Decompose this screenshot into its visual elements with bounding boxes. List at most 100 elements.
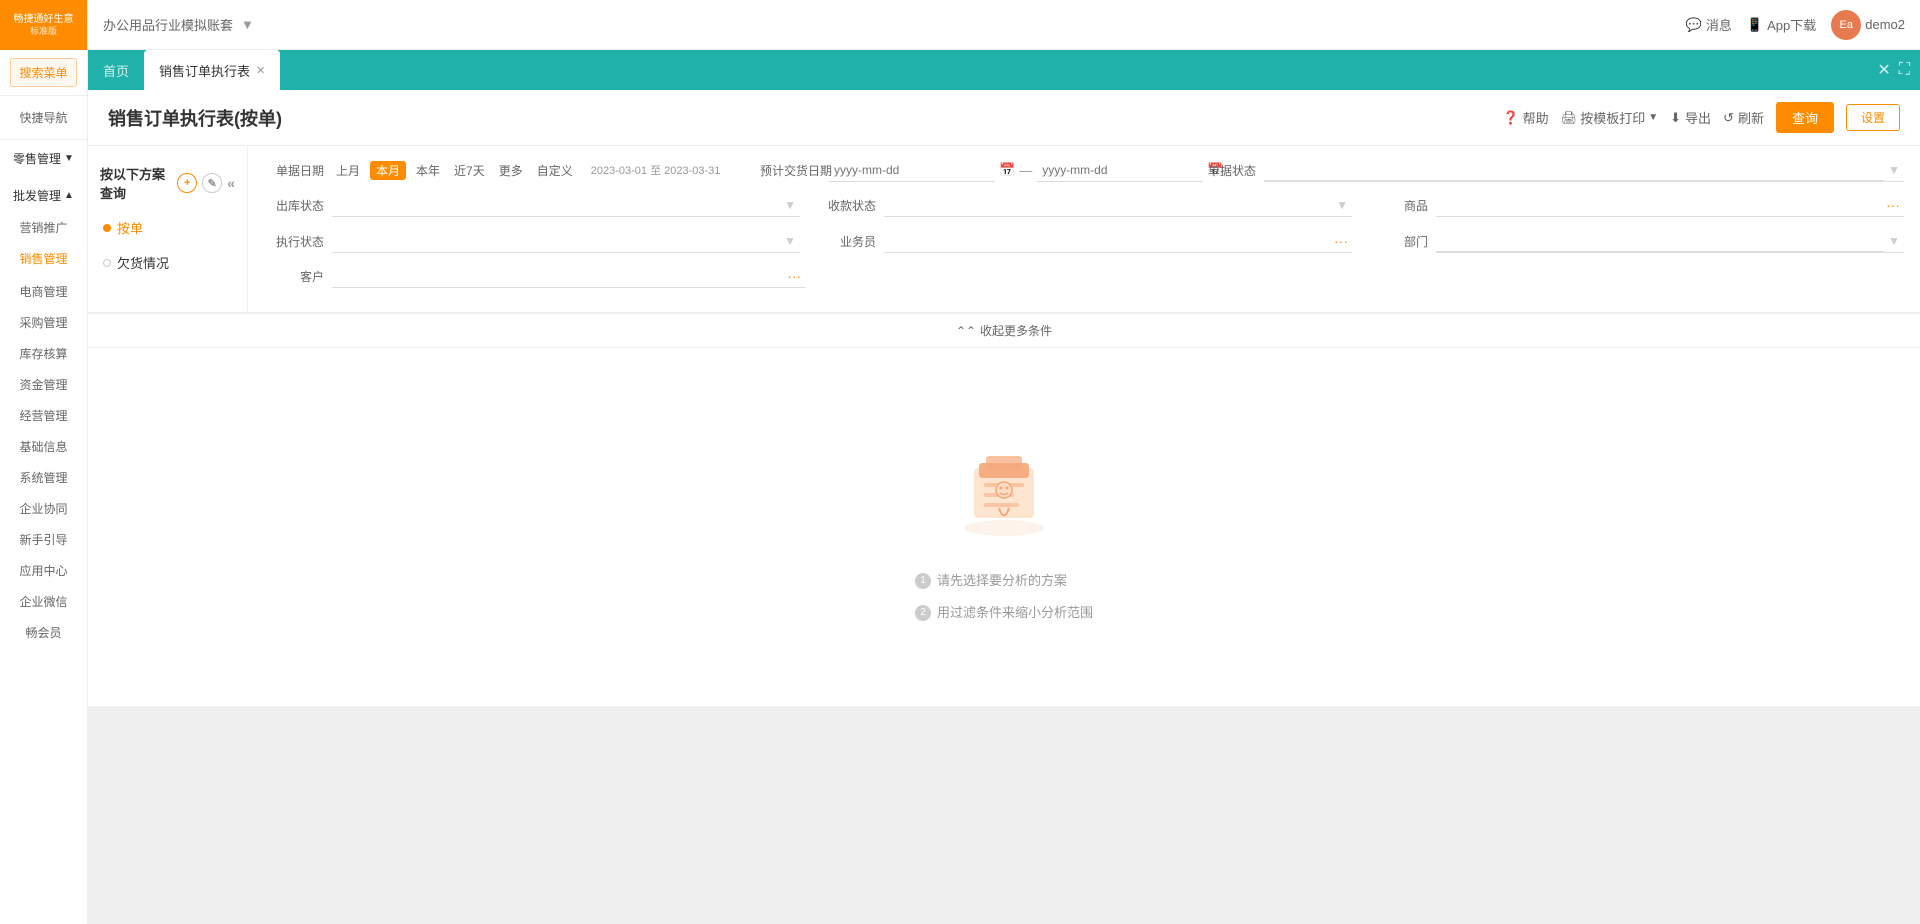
- expected-date-end[interactable]: [1036, 159, 1203, 182]
- expected-date-field: 预计交货日期 📅 — 📅: [760, 159, 1180, 182]
- user-name: demo2: [1865, 17, 1905, 32]
- message-label: 消息: [1706, 15, 1732, 34]
- filter-row-3: 执行状态 ▼ 业务员 ···: [264, 229, 1904, 253]
- sales-management-item[interactable]: 销售管理: [0, 243, 87, 274]
- tab-minimize-icon[interactable]: ✕: [1877, 60, 1890, 80]
- customer-more-icon[interactable]: ···: [783, 268, 805, 284]
- print-button[interactable]: 🖨 按模板打印 ▼: [1561, 108, 1658, 127]
- tabbar: 首页 销售订单执行表 ✕ ✕ ⛶: [88, 50, 1920, 90]
- topbar-left: 办公用品行业模拟账套 ▼: [103, 15, 254, 34]
- topbar-dropdown-icon[interactable]: ▼: [241, 17, 254, 32]
- main-area: 办公用品行业模拟账套 ▼ 💬 消息 📱 App下载 Ea demo2 首页: [88, 0, 1920, 924]
- tab-sales-order[interactable]: 销售订单执行表 ✕: [144, 50, 280, 90]
- purchase-item[interactable]: 采购管理: [0, 307, 87, 338]
- tip-num-1: 1: [915, 573, 931, 589]
- export-label: 导出: [1685, 108, 1711, 127]
- customer-input-wrapper: ···: [332, 265, 805, 288]
- query-button[interactable]: 查询: [1776, 102, 1834, 133]
- product-more-icon[interactable]: ···: [1882, 197, 1904, 213]
- enterprise-wechat-item[interactable]: 企业微信: [0, 586, 87, 617]
- retail-section: 零售管理 ▼: [0, 140, 87, 177]
- date-label: 单据日期: [264, 162, 324, 179]
- system-item[interactable]: 系统管理: [0, 462, 87, 493]
- product-field: 商品 ···: [1368, 194, 1904, 217]
- export-icon: ⬇: [1670, 110, 1681, 126]
- empty-tips: 1 请先选择要分析的方案 2 用过滤条件来缩小分析范围: [915, 568, 1093, 626]
- calendar-start-icon[interactable]: 📅: [999, 162, 1015, 178]
- empty-tip-2: 用过滤条件来缩小分析范围: [937, 600, 1093, 626]
- refresh-button[interactable]: ↺ 刷新: [1723, 108, 1764, 127]
- expected-date-start[interactable]: [828, 159, 995, 182]
- ecommerce-item[interactable]: 电商管理: [0, 276, 87, 307]
- operations-item[interactable]: 经营管理: [0, 400, 87, 431]
- ship-status-dropdown-icon: ▼: [780, 198, 800, 212]
- settings-button[interactable]: 设置: [1846, 104, 1900, 131]
- member-item[interactable]: 畅会员: [0, 617, 87, 648]
- wholesale-menu-item[interactable]: 批发管理 ▲: [0, 179, 87, 212]
- dept-select[interactable]: [1436, 229, 1884, 252]
- user-profile[interactable]: Ea demo2: [1831, 10, 1905, 40]
- inventory-item[interactable]: 库存核算: [0, 338, 87, 369]
- exec-status-dropdown-icon: ▼: [780, 234, 800, 248]
- scheme-owe-goods[interactable]: 欠货情况: [88, 245, 247, 280]
- active-dot-icon: [103, 224, 111, 232]
- scheme-owe-goods-label: 欠货情况: [117, 253, 169, 272]
- enterprise-collab-item[interactable]: 企业协同: [0, 493, 87, 524]
- date-field: 单据日期 上月 本月 本年 近7天 更多 自定义 2023-03-01 至 20…: [264, 160, 744, 181]
- salesperson-more-icon[interactable]: ···: [1330, 233, 1352, 249]
- page-title: 销售订单执行表(按单): [108, 105, 282, 131]
- tab-close-icon[interactable]: ✕: [256, 64, 265, 77]
- date-range-text: 2023-03-01 至 2023-03-31: [591, 162, 721, 178]
- payment-status-select-wrapper: ▼: [884, 194, 1352, 217]
- topbar: 办公用品行业模拟账套 ▼ 💬 消息 📱 App下载 Ea demo2: [88, 0, 1920, 50]
- basic-info-item[interactable]: 基础信息: [0, 431, 87, 462]
- add-scheme-button[interactable]: +: [177, 173, 197, 193]
- ship-status-field: 出库状态 ▼: [264, 194, 800, 217]
- payment-status-select[interactable]: [884, 194, 1332, 216]
- search-menu-button[interactable]: 搜索菜单: [10, 58, 77, 87]
- edit-scheme-button[interactable]: ✎: [202, 173, 222, 193]
- scheme-by-order[interactable]: 按单: [88, 210, 247, 245]
- ship-status-select-wrapper: ▼: [332, 194, 800, 217]
- this-month-btn[interactable]: 本月: [370, 161, 406, 180]
- more-date-btn[interactable]: 更多: [495, 160, 527, 181]
- order-status-select[interactable]: [1264, 158, 1884, 181]
- collapse-bar[interactable]: ⌃⌃ 收起更多条件: [88, 313, 1920, 347]
- help-button[interactable]: ❓ 帮助: [1502, 108, 1548, 127]
- marketing-item[interactable]: 营销推广: [0, 212, 87, 243]
- exec-status-select[interactable]: [332, 230, 780, 252]
- export-button[interactable]: ⬇ 导出: [1670, 108, 1711, 127]
- finance-item[interactable]: 资金管理: [0, 369, 87, 400]
- collapse-sidebar-button[interactable]: «: [227, 175, 235, 191]
- salesperson-input[interactable]: [884, 230, 1330, 252]
- filter-panel: 按以下方案查询 + ✎ « 按单 欠货情况: [88, 146, 1920, 313]
- tab-home[interactable]: 首页: [88, 50, 144, 90]
- custom-date-btn[interactable]: 自定义: [533, 160, 577, 181]
- app-download-button[interactable]: 📱 App下载: [1747, 15, 1816, 34]
- product-input[interactable]: [1436, 194, 1882, 216]
- quick-nav-item[interactable]: 快捷导航: [0, 101, 87, 134]
- quick-nav: 快捷导航: [0, 96, 87, 140]
- exec-status-label: 执行状态: [264, 233, 324, 250]
- payment-status-label: 收款状态: [816, 197, 876, 214]
- last-7days-btn[interactable]: 近7天: [450, 160, 489, 181]
- last-month-btn[interactable]: 上月: [332, 160, 364, 181]
- download-icon: 📱: [1747, 17, 1763, 33]
- expected-date-label: 预计交货日期: [760, 162, 820, 179]
- ship-status-select[interactable]: [332, 194, 780, 216]
- customer-input[interactable]: [332, 265, 783, 287]
- print-label: 按模板打印: [1580, 108, 1645, 127]
- inactive-dot-icon: [103, 259, 111, 267]
- empty-tip-1: 请先选择要分析的方案: [937, 568, 1067, 594]
- logo-subtext: 标准版: [30, 26, 57, 37]
- refresh-label: 刷新: [1738, 108, 1764, 127]
- tab-home-label: 首页: [103, 61, 129, 80]
- tab-expand-icon[interactable]: ⛶: [1899, 61, 1910, 79]
- message-button[interactable]: 💬 消息: [1686, 15, 1732, 34]
- new-user-guide-item[interactable]: 新手引导: [0, 524, 87, 555]
- retail-menu-item[interactable]: 零售管理 ▼: [0, 142, 87, 175]
- page-header-actions: ❓ 帮助 🖨 按模板打印 ▼ ⬇ 导出 ↺ 刷新: [1502, 102, 1900, 133]
- app-center-item[interactable]: 应用中心: [0, 555, 87, 586]
- salesperson-field: 业务员 ···: [816, 230, 1352, 253]
- this-year-btn[interactable]: 本年: [412, 160, 444, 181]
